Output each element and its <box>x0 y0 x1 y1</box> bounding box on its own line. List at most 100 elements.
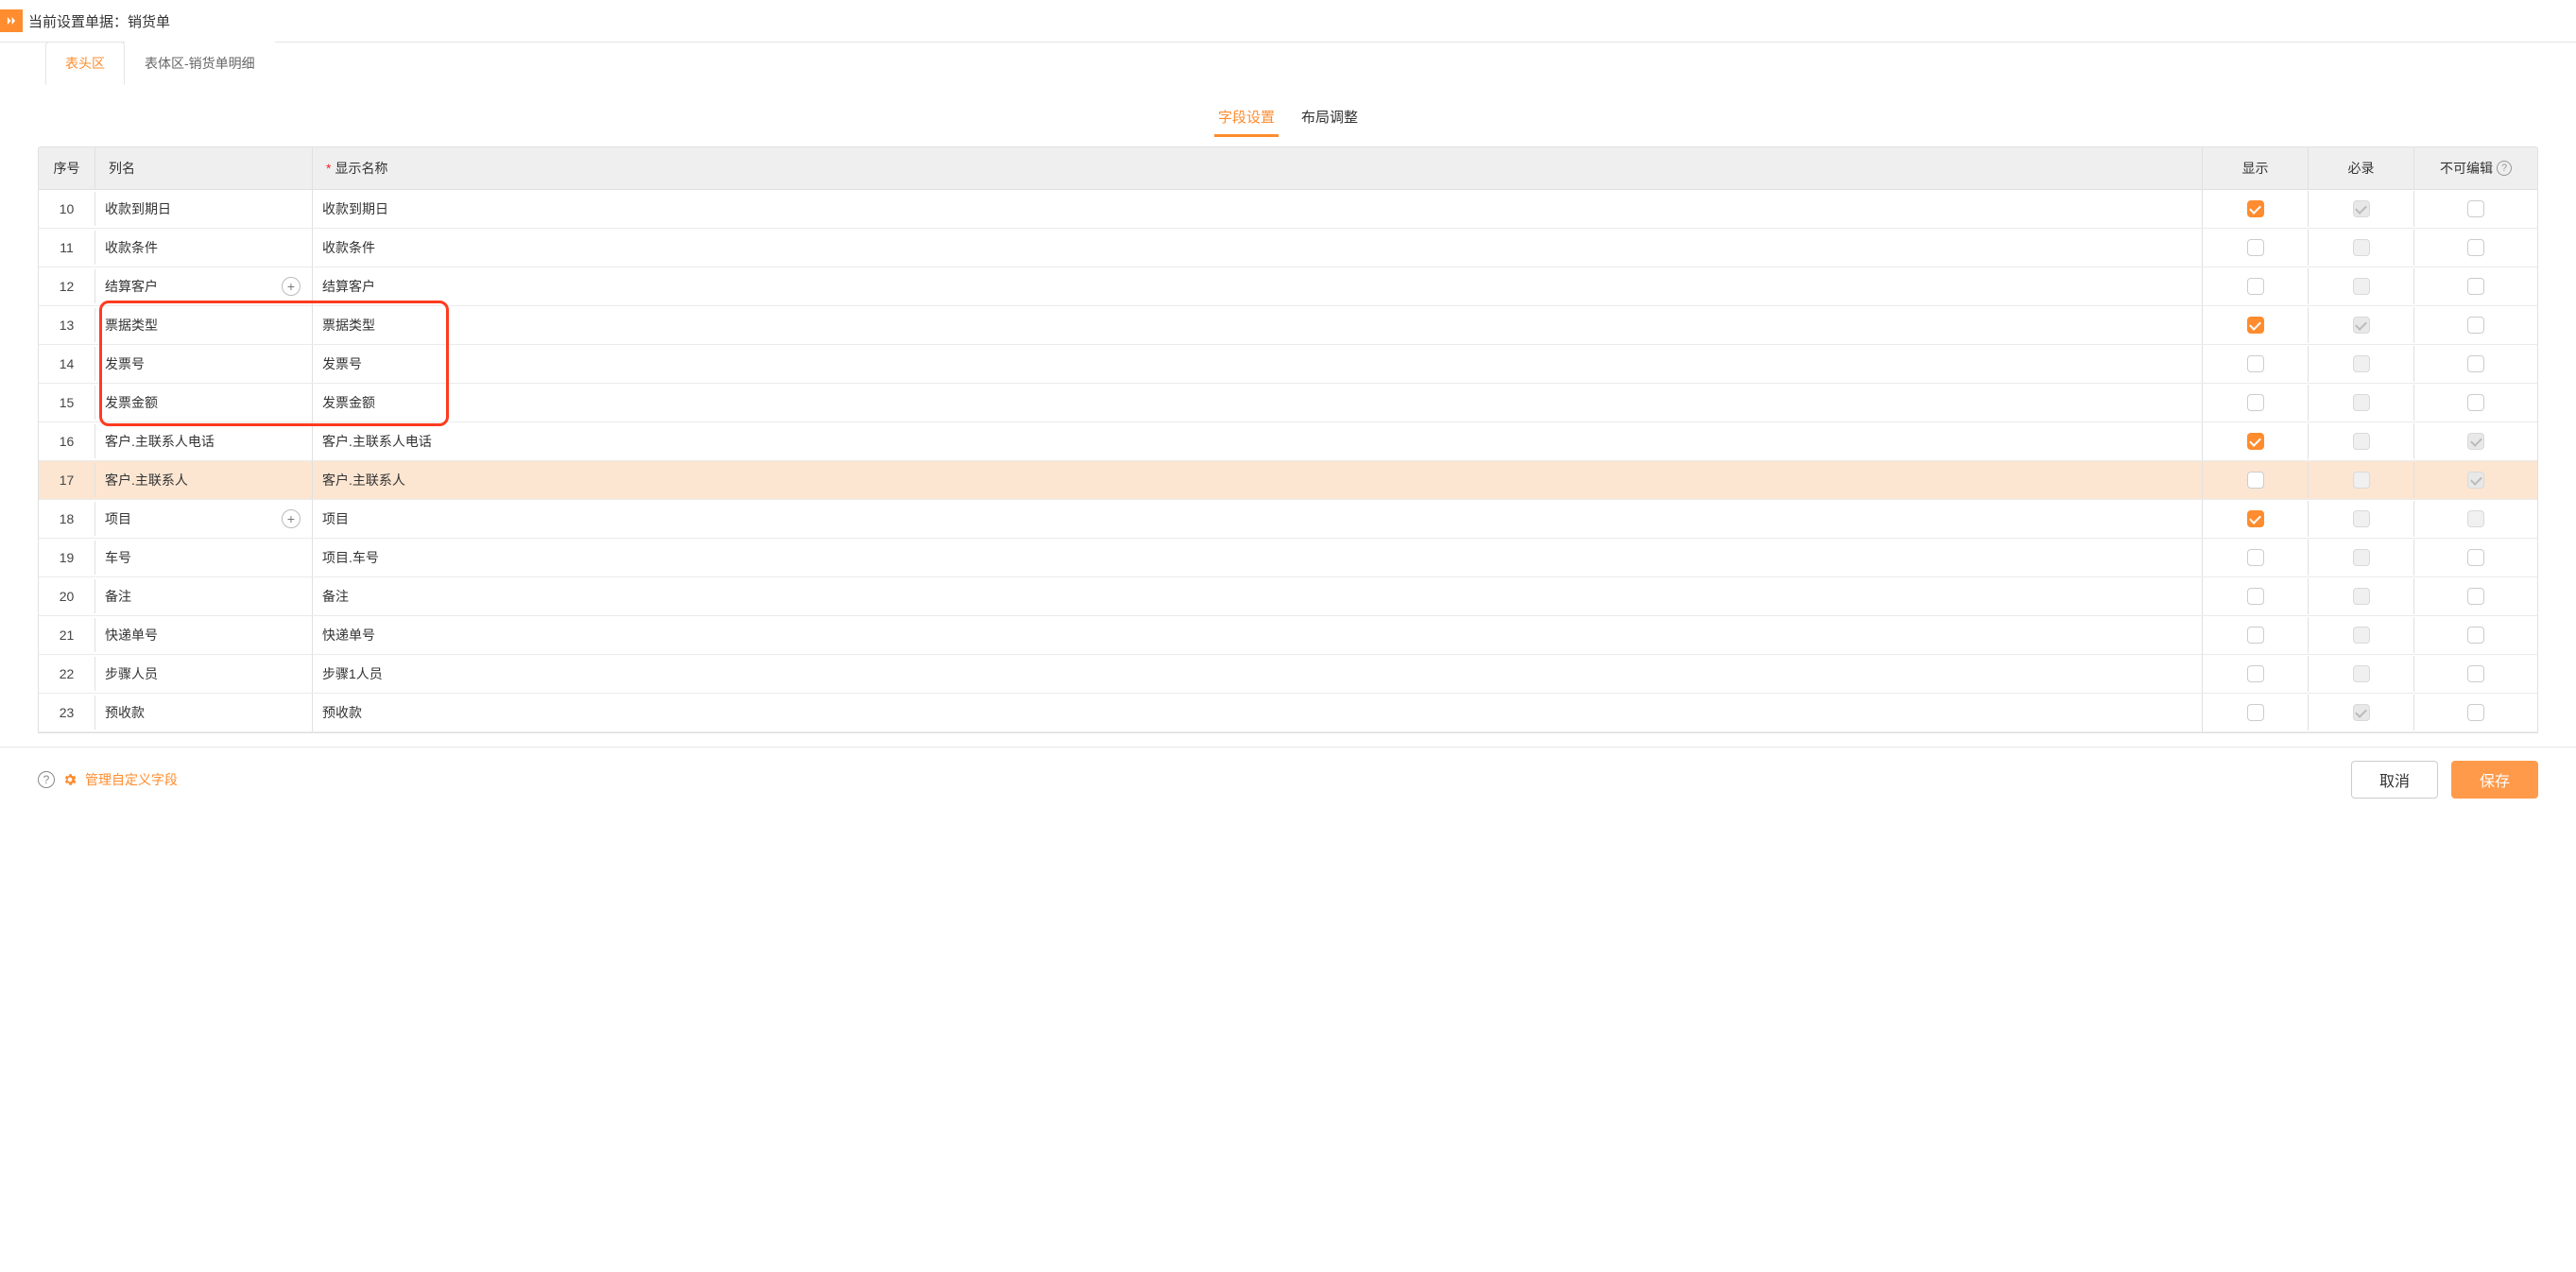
row-display-name[interactable]: 客户.主联系人 <box>313 461 2203 499</box>
col-header-noedit: 不可编辑 ? <box>2414 147 2537 189</box>
checkbox-required <box>2353 472 2370 489</box>
row-req-cell <box>2309 346 2414 382</box>
outer-tab-1[interactable]: 表体区-销货单明细 <box>125 42 275 84</box>
row-name: 预收款 <box>105 703 145 722</box>
row-display-name[interactable]: 备注 <box>313 577 2203 615</box>
checkbox-show[interactable] <box>2247 704 2264 721</box>
checkbox-show[interactable] <box>2247 665 2264 682</box>
row-display-name[interactable]: 收款条件 <box>313 229 2203 266</box>
add-icon[interactable]: + <box>282 509 301 528</box>
row-noedit-cell <box>2414 656 2537 692</box>
row-display-name[interactable]: 发票金额 <box>313 384 2203 421</box>
checkbox-noedit[interactable] <box>2467 588 2484 605</box>
checkbox-show[interactable] <box>2247 549 2264 566</box>
checkbox-show[interactable] <box>2247 394 2264 411</box>
checkbox-noedit[interactable] <box>2467 549 2484 566</box>
checkbox-show[interactable] <box>2247 355 2264 372</box>
checkbox-noedit[interactable] <box>2467 239 2484 256</box>
row-display-name[interactable]: 结算客户 <box>313 267 2203 305</box>
row-display-name[interactable]: 预收款 <box>313 694 2203 731</box>
row-show-cell <box>2203 191 2309 227</box>
collapse-toggle[interactable] <box>0 9 23 32</box>
row-display-name[interactable]: 票据类型 <box>313 306 2203 344</box>
checkbox-required <box>2353 394 2370 411</box>
sub-tab-1[interactable]: 布局调整 <box>1297 99 1362 137</box>
row-show-cell <box>2203 268 2309 304</box>
outer-tab-0[interactable]: 表头区 <box>45 42 125 85</box>
checkbox-noedit[interactable] <box>2467 704 2484 721</box>
row-display-name[interactable]: 项目 <box>313 500 2203 538</box>
row-seq: 17 <box>39 463 95 497</box>
checkbox-show[interactable] <box>2247 239 2264 256</box>
row-req-cell <box>2309 462 2414 498</box>
row-show-cell <box>2203 540 2309 576</box>
row-show-cell <box>2203 656 2309 692</box>
row-req-cell <box>2309 617 2414 653</box>
checkbox-show[interactable] <box>2247 278 2264 295</box>
row-name: 票据类型 <box>105 316 158 335</box>
row-display-name[interactable]: 收款到期日 <box>313 190 2203 228</box>
row-seq: 23 <box>39 696 95 730</box>
checkbox-show[interactable] <box>2247 588 2264 605</box>
manage-custom-fields-link[interactable]: 管理自定义字段 <box>85 770 178 789</box>
row-show-cell <box>2203 307 2309 343</box>
save-button[interactable]: 保存 <box>2451 761 2538 799</box>
checkbox-show[interactable] <box>2247 200 2264 217</box>
row-name-cell: 步骤人员 <box>95 655 313 693</box>
cancel-button[interactable]: 取消 <box>2351 761 2438 799</box>
checkbox-show[interactable] <box>2247 510 2264 527</box>
row-name-cell: 客户.主联系人电话 <box>95 422 313 460</box>
checkbox-show[interactable] <box>2247 433 2264 450</box>
help-icon[interactable]: ? <box>2497 161 2512 176</box>
checkbox-required <box>2353 549 2370 566</box>
checkbox-noedit[interactable] <box>2467 627 2484 644</box>
checkbox-show[interactable] <box>2247 627 2264 644</box>
checkbox-required <box>2353 239 2370 256</box>
checkbox-noedit <box>2467 472 2484 489</box>
checkbox-noedit[interactable] <box>2467 355 2484 372</box>
chevron-right-double-icon <box>5 14 18 27</box>
row-noedit-cell <box>2414 578 2537 614</box>
checkbox-noedit[interactable] <box>2467 394 2484 411</box>
checkbox-noedit[interactable] <box>2467 278 2484 295</box>
table-row: 18项目+项目 <box>39 500 2537 539</box>
row-noedit-cell <box>2414 462 2537 498</box>
row-name: 客户.主联系人电话 <box>105 432 215 451</box>
row-noedit-cell <box>2414 230 2537 266</box>
checkbox-show[interactable] <box>2247 317 2264 334</box>
table-row: 13票据类型票据类型 <box>39 306 2537 345</box>
add-icon[interactable]: + <box>282 277 301 296</box>
row-name-cell: 预收款 <box>95 694 313 731</box>
row-noedit-cell <box>2414 540 2537 576</box>
row-display-name[interactable]: 发票号 <box>313 345 2203 383</box>
row-name-cell: 项目+ <box>95 500 313 538</box>
row-display-name[interactable]: 项目.车号 <box>313 539 2203 576</box>
checkbox-required <box>2353 278 2370 295</box>
table-row: 21快递单号快递单号 <box>39 616 2537 655</box>
checkbox-required <box>2353 704 2370 721</box>
sub-tab-0[interactable]: 字段设置 <box>1214 99 1279 137</box>
checkbox-noedit[interactable] <box>2467 665 2484 682</box>
row-show-cell <box>2203 462 2309 498</box>
row-show-cell <box>2203 230 2309 266</box>
row-noedit-cell <box>2414 191 2537 227</box>
row-display-name[interactable]: 步骤1人员 <box>313 655 2203 693</box>
row-name: 收款条件 <box>105 238 158 257</box>
row-display-name[interactable]: 客户.主联系人电话 <box>313 422 2203 460</box>
row-seq: 15 <box>39 386 95 420</box>
checkbox-noedit[interactable] <box>2467 200 2484 217</box>
checkbox-show[interactable] <box>2247 472 2264 489</box>
row-name: 备注 <box>105 587 131 606</box>
table-row: 11收款条件收款条件 <box>39 229 2537 267</box>
row-show-cell <box>2203 578 2309 614</box>
row-name-cell: 发票金额 <box>95 384 313 421</box>
question-icon[interactable]: ? <box>38 771 55 788</box>
checkbox-noedit[interactable] <box>2467 317 2484 334</box>
row-name-cell: 客户.主联系人 <box>95 461 313 499</box>
row-display-name[interactable]: 快递单号 <box>313 616 2203 654</box>
col-header-req: 必录 <box>2309 147 2414 189</box>
row-seq: 10 <box>39 192 95 226</box>
row-name-cell: 快递单号 <box>95 616 313 654</box>
row-noedit-cell <box>2414 346 2537 382</box>
checkbox-required <box>2353 433 2370 450</box>
